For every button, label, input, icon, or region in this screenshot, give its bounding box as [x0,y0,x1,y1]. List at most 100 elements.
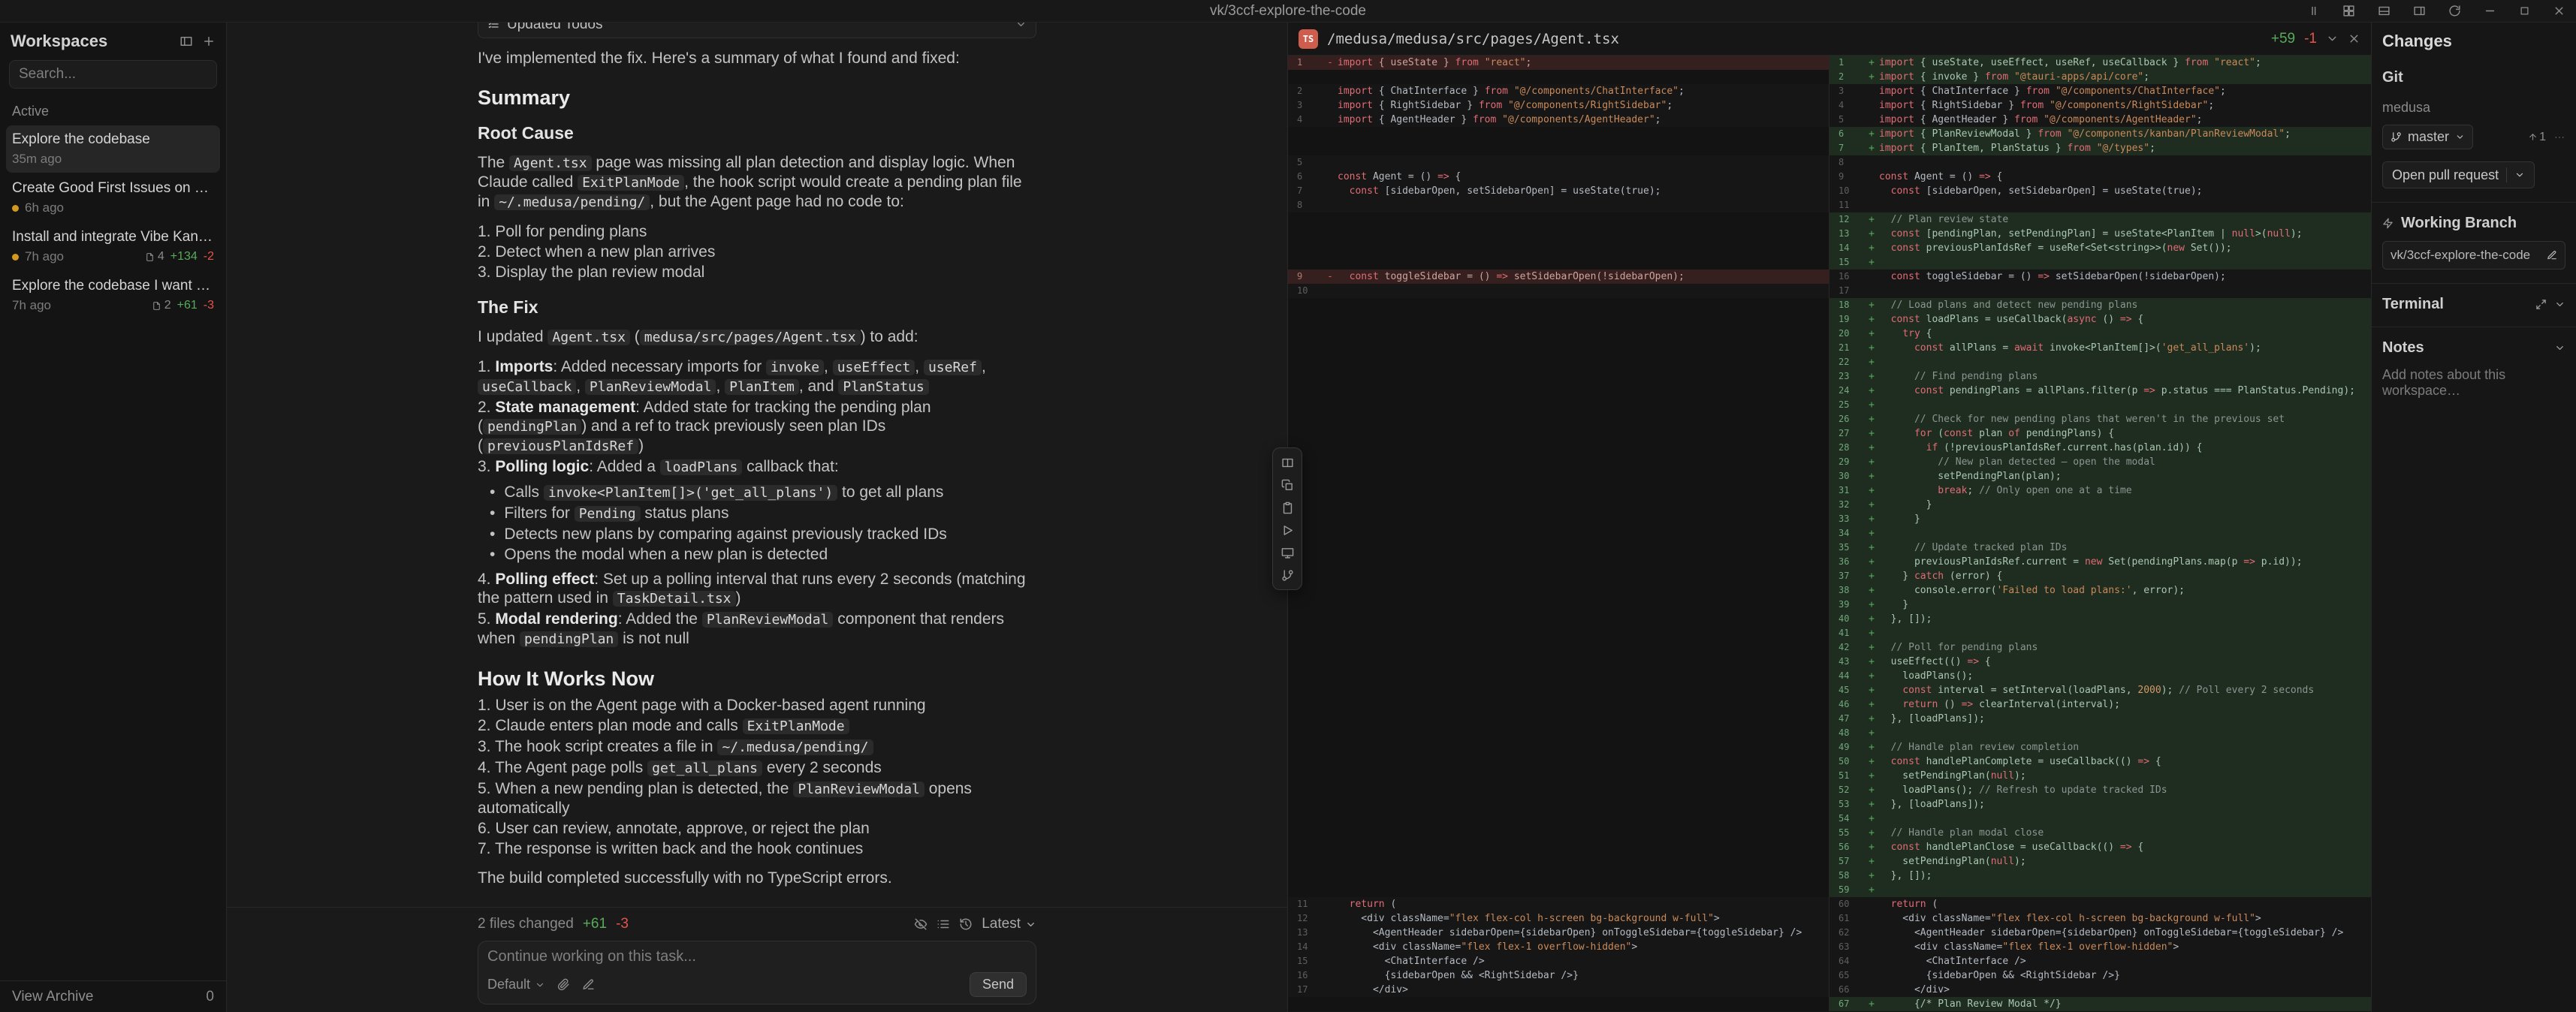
diff-right-cell[interactable]: 10 const [sidebarOpen, setSidebarOpen] =… [1829,184,2371,198]
diff-right-cell[interactable]: 2+import { invoke } from "@tauri-apps/ap… [1829,70,2371,84]
diff-right-cell[interactable]: 31+ break; // Only open one at a time [1829,483,2371,498]
diff-right-cell[interactable]: 22+ [1829,355,2371,369]
diff-right-cell[interactable]: 5import { AgentHeader } from "@/componen… [1829,113,2371,127]
diff-right-cell[interactable]: 42+ // Poll for pending plans [1829,640,2371,655]
diff-right-cell[interactable]: 13+ const [pendingPlan, setPendingPlan] … [1829,227,2371,241]
diff-right-cell[interactable]: 35+ // Update tracked plan IDs [1829,541,2371,555]
diff-left-cell[interactable] [1288,797,1829,812]
diff-left-cell[interactable]: 15 <ChatInterface /> [1288,954,1829,968]
diff-right-cell[interactable]: 48+ [1829,726,2371,740]
history-icon[interactable] [959,917,973,931]
diff-left-cell[interactable]: 2import { ChatInterface } from "@/compon… [1288,84,1829,98]
diff-left-cell[interactable] [1288,426,1829,441]
diff-body[interactable]: 1-import { useState } from "react";1+imp… [1288,56,2371,1012]
diff-left-cell[interactable] [1288,826,1829,840]
diff-left-cell[interactable] [1288,854,1829,869]
diff-left-cell[interactable] [1288,355,1829,369]
diff-left-cell[interactable] [1288,569,1829,583]
split-view-icon[interactable] [1277,453,1298,472]
diff-left-cell[interactable] [1288,726,1829,740]
diff-right-cell[interactable]: 30+ setPendingPlan(plan); [1829,469,2371,483]
diff-right-cell[interactable]: 52+ loadPlans(); // Refresh to update tr… [1829,783,2371,797]
diff-left-cell[interactable] [1288,369,1829,384]
search-box[interactable] [9,60,217,89]
diff-left-cell[interactable]: 1-import { useState } from "react"; [1288,56,1829,70]
diff-right-cell[interactable]: 12+ // Plan review state [1829,212,2371,227]
diff-right-cell[interactable]: 63 <div className="flex flex-1 overflow-… [1829,940,2371,954]
git-branch-icon[interactable] [1277,565,1298,585]
diff-right-cell[interactable]: 44+ loadPlans(); [1829,669,2371,683]
diff-left-cell[interactable] [1288,812,1829,826]
workspace-item[interactable]: Create Good First Issues on Github So…6h… [6,174,220,221]
diff-left-cell[interactable] [1288,212,1829,227]
diff-left-cell[interactable] [1288,341,1829,355]
attach-icon[interactable] [557,978,570,991]
diff-left-cell[interactable] [1288,640,1829,655]
diff-left-cell[interactable] [1288,997,1829,1011]
layout-grid-icon[interactable] [2342,5,2355,17]
diff-left-cell[interactable] [1288,127,1829,141]
list-view-icon[interactable] [937,917,950,931]
edit-icon[interactable] [582,978,595,991]
git-menu-icon[interactable] [2553,131,2565,143]
model-selector[interactable]: Default [487,977,545,992]
diff-left-cell[interactable]: 9- const toggleSidebar = () => setSideba… [1288,270,1829,284]
diff-left-cell[interactable]: 17 </div> [1288,983,1829,997]
diff-left-cell[interactable]: 12 <div className="flex flex-col h-scree… [1288,911,1829,926]
diff-right-cell[interactable]: 4import { RightSidebar } from "@/compone… [1829,98,2371,113]
close-icon[interactable] [2553,5,2565,17]
diff-right-cell[interactable]: 37+ } catch (error) { [1829,569,2371,583]
diff-right-cell[interactable]: 19+ const loadPlans = useCallback(async … [1829,312,2371,327]
diff-right-cell[interactable]: 29+ // New plan detected — open the moda… [1829,455,2371,469]
diff-left-cell[interactable] [1288,883,1829,897]
collapse-sidebar-icon[interactable] [179,35,193,48]
diff-left-cell[interactable] [1288,227,1829,241]
message-input[interactable] [487,948,1027,965]
diff-right-cell[interactable]: 56+ const handlePlanClose = useCallback(… [1829,840,2371,854]
diff-right-cell[interactable]: 38+ console.error('Failed to load plans:… [1829,583,2371,598]
diff-right-cell[interactable]: 55+ // Handle plan modal close [1829,826,2371,840]
diff-left-cell[interactable] [1288,70,1829,84]
diff-left-cell[interactable]: 16 {sidebarOpen && <RightSidebar />} [1288,968,1829,983]
diff-left-cell[interactable] [1288,712,1829,726]
version-dropdown[interactable]: Latest [982,916,1036,932]
diff-left-cell[interactable] [1288,583,1829,598]
diff-right-cell[interactable]: 33+ } [1829,512,2371,526]
diff-left-cell[interactable] [1288,512,1829,526]
diff-right-cell[interactable]: 26+ // Check for new pending plans that … [1829,412,2371,426]
diff-left-cell[interactable] [1288,498,1829,512]
diff-left-cell[interactable]: 3import { RightSidebar } from "@/compone… [1288,98,1829,113]
diff-left-cell[interactable] [1288,469,1829,483]
diff-right-cell[interactable]: 40+ }, []); [1829,612,2371,626]
notes-chevron-icon[interactable] [2554,342,2565,354]
diff-left-cell[interactable] [1288,869,1829,883]
diff-left-cell[interactable] [1288,312,1829,327]
expand-terminal-icon[interactable] [2535,299,2547,310]
diff-right-cell[interactable]: 11 [1829,198,2371,212]
search-input[interactable] [19,66,207,83]
diff-left-cell[interactable] [1288,655,1829,669]
diff-right-cell[interactable]: 67+ {/* Plan Review Modal */} [1829,997,2371,1011]
edit-branch-icon[interactable] [2547,250,2557,261]
diff-right-cell[interactable]: 57+ setPendingPlan(null); [1829,854,2371,869]
composer[interactable]: Default Send [478,941,1036,1004]
diff-right-cell[interactable]: 64 <ChatInterface /> [1829,954,2371,968]
diff-left-cell[interactable] [1288,612,1829,626]
diff-left-cell[interactable] [1288,683,1829,697]
diff-left-cell[interactable] [1288,598,1829,612]
diff-right-cell[interactable]: 17 [1829,284,2371,298]
diff-left-cell[interactable]: 11 return ( [1288,897,1829,911]
tool-call[interactable]: Updated Todos [478,23,1036,38]
new-workspace-icon[interactable] [202,35,216,48]
diff-left-cell[interactable] [1288,840,1829,854]
diff-right-cell[interactable]: 59+ [1829,883,2371,897]
diff-right-cell[interactable]: 27+ for (const plan of pendingPlans) { [1829,426,2371,441]
diff-left-cell[interactable] [1288,754,1829,769]
minimize-icon[interactable] [2484,5,2496,17]
send-button[interactable]: Send [970,972,1027,997]
diff-right-cell[interactable]: 6+import { PlanReviewModal } from "@/com… [1829,127,2371,141]
diff-left-cell[interactable] [1288,255,1829,270]
diff-right-cell[interactable]: 23+ // Find pending plans [1829,369,2371,384]
monitor-icon[interactable] [1277,543,1298,562]
diff-right-cell[interactable]: 3import { ChatInterface } from "@/compon… [1829,84,2371,98]
